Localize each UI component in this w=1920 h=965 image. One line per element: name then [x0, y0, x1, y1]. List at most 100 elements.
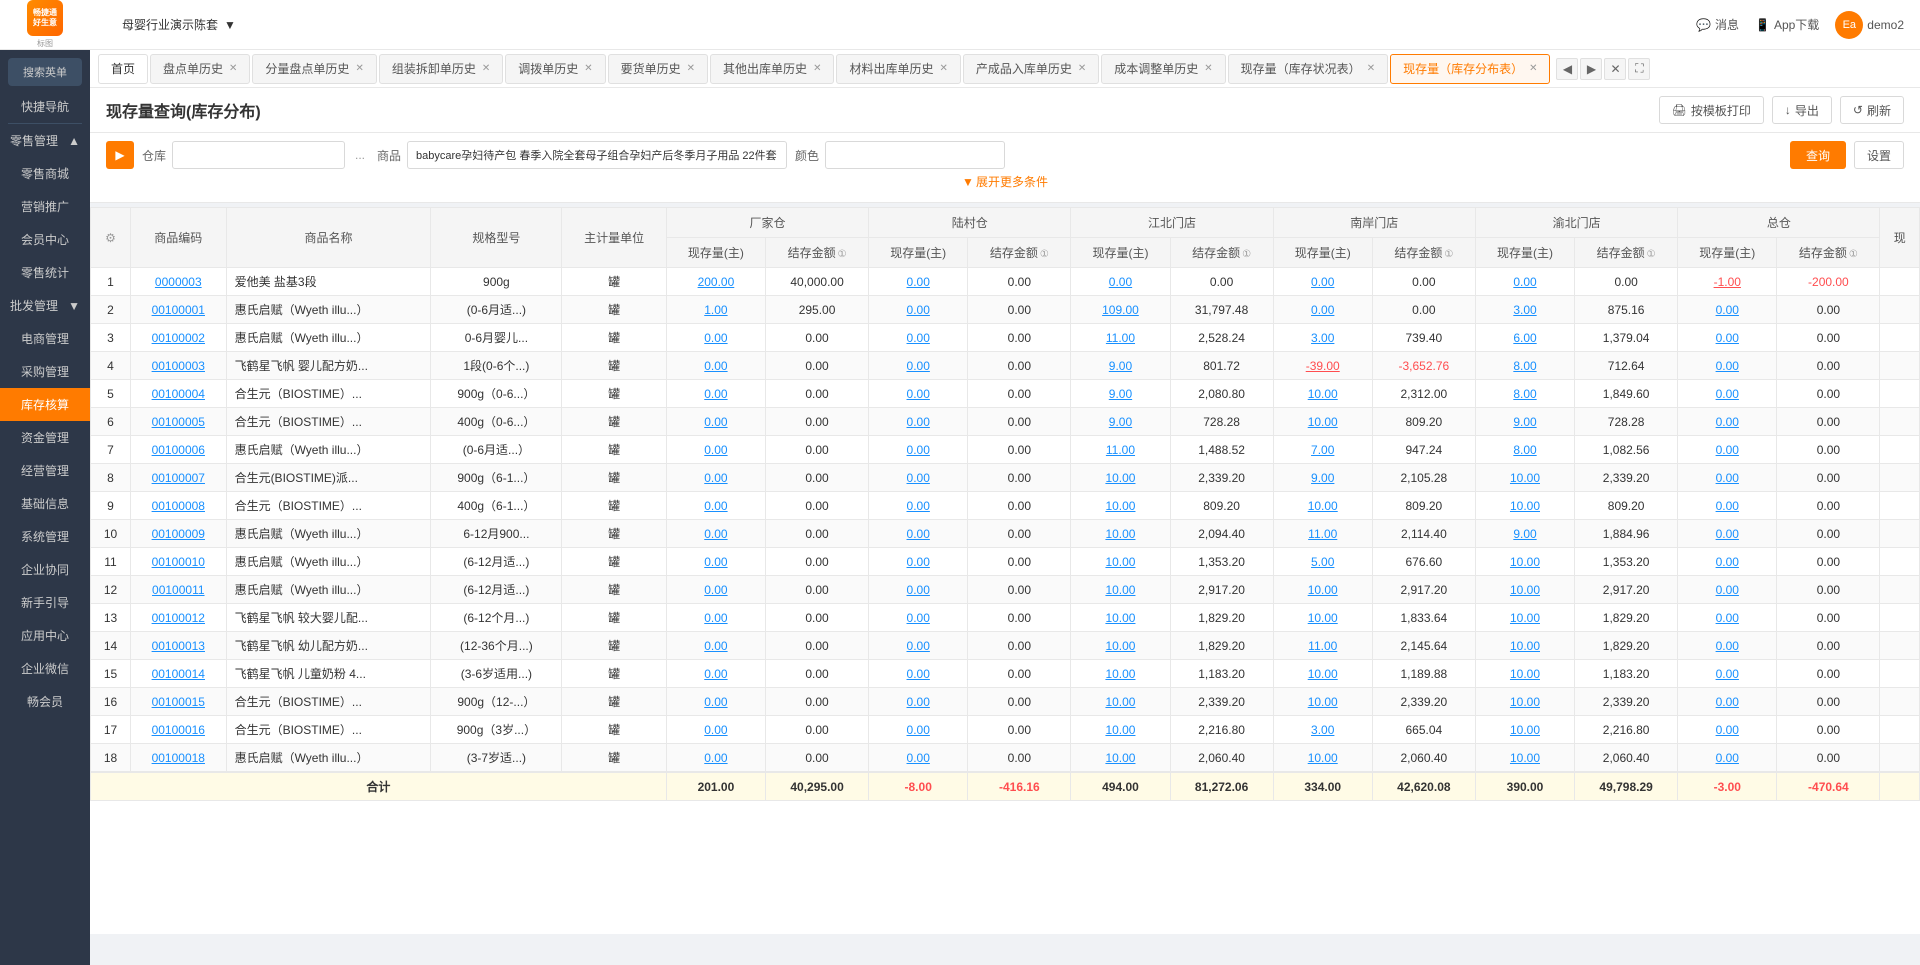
sidebar-item-kucun[interactable]: 库存核算 [0, 388, 90, 421]
th-settings: ⚙ [91, 208, 131, 268]
cell-seq: 8 [91, 464, 131, 492]
close-icon[interactable]: ✕ [1529, 63, 1537, 74]
cell-w4-qty: 7.00 [1273, 436, 1372, 464]
cell-w3-amt: 1,829.20 [1170, 632, 1273, 660]
sidebar-item-changhyuan[interactable]: 畅会员 [0, 685, 90, 718]
close-icon[interactable]: ✕ [687, 63, 695, 74]
industry-selector[interactable]: 母婴行业演示陈套 ▼ [122, 16, 236, 33]
info-icon[interactable]: ① [838, 249, 847, 260]
cell-name: 惠氏启赋（Wyeth illu...） [226, 576, 431, 604]
sidebar-item-huiyuan[interactable]: 会员中心 [0, 223, 90, 256]
cell-w2-qty: 0.00 [869, 548, 968, 576]
tab-diaob[interactable]: 调拨单历史 ✕ [505, 54, 605, 84]
info-icon[interactable]: ① [1647, 249, 1656, 260]
nav-prev-button[interactable]: ◀ [1556, 58, 1578, 80]
cell-unit: 罐 [562, 576, 667, 604]
footer-w3-amt: 81,272.06 [1170, 772, 1273, 801]
tab-home[interactable]: 首页 [98, 54, 148, 84]
print-button[interactable]: 🖨 按模板打印 [1659, 96, 1764, 124]
tab-kucunfb[interactable]: 现存量（库存分布表） ✕ [1390, 54, 1550, 84]
sidebar-item-caigou[interactable]: 采购管理 [0, 355, 90, 388]
cell-seq: 7 [91, 436, 131, 464]
sidebar-item-yingxiao[interactable]: 营销推广 [0, 190, 90, 223]
table-container: ⚙ 商品编码 商品名称 规格型号 主计量单位 厂家仓 陆村仓 江北门店 南岸门店… [90, 207, 1920, 934]
export-button[interactable]: ↓ 导出 [1772, 96, 1832, 124]
sidebar-item-qiyext[interactable]: 企业协同 [0, 553, 90, 586]
refresh-button[interactable]: ↺ 刷新 [1840, 96, 1904, 124]
cell-w4-amt: 1,833.64 [1372, 604, 1475, 632]
cell-seq: 6 [91, 408, 131, 436]
cell-code: 00100005 [131, 408, 227, 436]
sidebar-item-qiyewx[interactable]: 企业微信 [0, 652, 90, 685]
cell-total-qty: 0.00 [1678, 632, 1777, 660]
nav-arrows: ◀ ▶ ✕ ⛶ [1556, 58, 1650, 80]
cell-spec: 400g（6-1...） [431, 492, 562, 520]
warehouse-input[interactable] [172, 141, 345, 169]
tab-cailiaochu[interactable]: 材料出库单历史 ✕ [836, 54, 960, 84]
close-icon[interactable]: ✕ [1078, 63, 1086, 74]
sidebar-item-lingshoutj[interactable]: 零售统计 [0, 256, 90, 289]
sidebar-item-jichu[interactable]: 基础信息 [0, 487, 90, 520]
color-label: 颜色 [795, 147, 819, 164]
sidebar-item-label: 零售商城 [21, 165, 69, 182]
expand-button[interactable]: ▼ 展开更多条件 [962, 173, 1048, 190]
settings-button[interactable]: 设置 [1854, 141, 1904, 169]
close-icon[interactable]: ✕ [482, 63, 490, 74]
goods-input[interactable] [407, 141, 787, 169]
close-icon[interactable]: ✕ [584, 63, 592, 74]
sidebar-item-yingyongzx[interactable]: 应用中心 [0, 619, 90, 652]
sidebar-item-kuaijie[interactable]: 快捷导航 [0, 90, 90, 123]
cell-w1-amt: 0.00 [765, 632, 868, 660]
cell-w5-amt: 0.00 [1575, 268, 1678, 296]
info-icon[interactable]: ① [1242, 249, 1251, 260]
sidebar-item-pifa[interactable]: 批发管理 ▼ [0, 289, 90, 322]
user-avatar-area[interactable]: Ea demo2 [1835, 11, 1904, 39]
nav-expand-button[interactable]: ⛶ [1628, 58, 1650, 80]
sidebar-item-xinshouyindao[interactable]: 新手引导 [0, 586, 90, 619]
search-button[interactable]: 搜索英单 [8, 58, 82, 86]
tab-chancheng[interactable]: 产成品入库单历史 ✕ [963, 54, 1099, 84]
cell-w2-amt: 0.00 [968, 716, 1071, 744]
settings-icon[interactable]: ⚙ [105, 231, 116, 245]
info-icon[interactable]: ① [1849, 249, 1858, 260]
cell-w1-amt: 40,000.00 [765, 268, 868, 296]
app-download-button[interactable]: 📱 App下载 [1755, 16, 1819, 33]
close-icon[interactable]: ✕ [355, 63, 363, 74]
cell-seq: 11 [91, 548, 131, 576]
export-label: 导出 [1795, 102, 1819, 119]
close-icon[interactable]: ✕ [939, 63, 947, 74]
sidebar-item-dianshangl[interactable]: 电商管理 [0, 322, 90, 355]
sidebar-item-lingshoul[interactable]: 零售管理 ▲ [0, 124, 90, 157]
cell-w5-qty: 10.00 [1475, 604, 1574, 632]
close-icon[interactable]: ✕ [813, 63, 821, 74]
tab-yaoh[interactable]: 要货单历史 ✕ [608, 54, 708, 84]
info-icon[interactable]: ① [1040, 249, 1049, 260]
message-button[interactable]: 💬 消息 [1696, 16, 1739, 33]
tab-zuzhuang[interactable]: 组装拆卸单历史 ✕ [379, 54, 503, 84]
tab-qitac[interactable]: 其他出库单历史 ✕ [710, 54, 834, 84]
tab-chengben[interactable]: 成本调整单历史 ✕ [1101, 54, 1225, 84]
cell-w5-qty: 0.00 [1475, 268, 1574, 296]
th-total-qty: 现存量(主) [1678, 238, 1777, 268]
table-row: 17 00100016 合生元（BIOSTIME）... 900g（3岁...）… [91, 716, 1920, 744]
nav-close-all-button[interactable]: ✕ [1604, 58, 1626, 80]
cell-unit: 罐 [562, 408, 667, 436]
cell-w1-qty: 0.00 [666, 604, 765, 632]
sidebar-item-lingshous[interactable]: 零售商城 [0, 157, 90, 190]
sidebar-item-xitong[interactable]: 系统管理 [0, 520, 90, 553]
color-input[interactable] [825, 141, 1005, 169]
info-icon[interactable]: ① [1444, 249, 1453, 260]
cell-w4-qty: 10.00 [1273, 576, 1372, 604]
tab-pandian[interactable]: 盘点单历史 ✕ [150, 54, 250, 84]
close-icon[interactable]: ✕ [229, 63, 237, 74]
query-button[interactable]: 查询 [1790, 141, 1846, 169]
nav-next-button[interactable]: ▶ [1580, 58, 1602, 80]
close-icon[interactable]: ✕ [1367, 63, 1375, 74]
filter-expand-btn[interactable]: ▶ [106, 141, 134, 169]
sidebar-item-jingying[interactable]: 经营管理 [0, 454, 90, 487]
sidebar-item-zijin[interactable]: 资金管理 [0, 421, 90, 454]
tab-kucunzk[interactable]: 现存量（库存状况表） ✕ [1228, 54, 1388, 84]
tab-fenliang[interactable]: 分量盘点单历史 ✕ [252, 54, 376, 84]
close-icon[interactable]: ✕ [1204, 63, 1212, 74]
footer-row: 合计 201.00 40,295.00 -8.00 -416.16 494.00… [91, 772, 1920, 801]
